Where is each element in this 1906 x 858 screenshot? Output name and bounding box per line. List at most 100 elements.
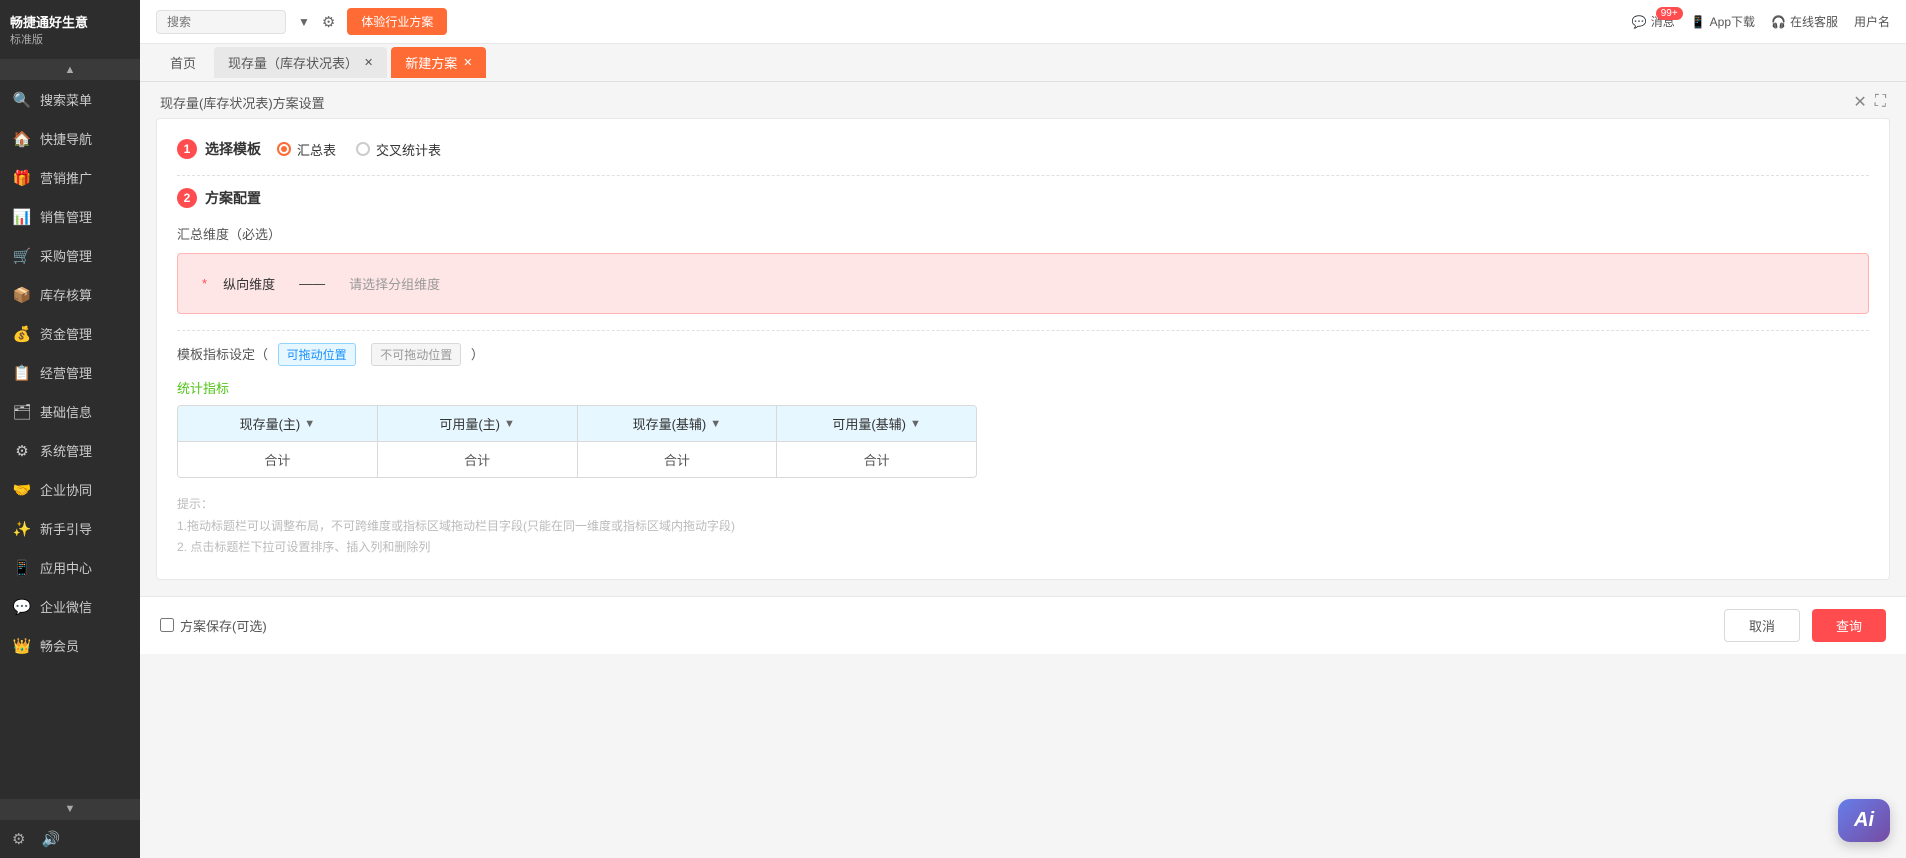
stats-col-2-body: 合计: [578, 442, 777, 477]
bottom-bar: 方案保存(可选) 取消 查询: [140, 596, 1906, 654]
expand-panel-button[interactable]: ⛶: [1875, 93, 1886, 111]
radio-cross[interactable]: 交叉统计表: [356, 140, 441, 159]
sidebar-item-label-appcenter: 应用中心: [40, 558, 92, 577]
basic-icon: 🗂: [12, 403, 32, 421]
sidebar-item-management[interactable]: 📋经营管理: [0, 353, 140, 392]
message-button[interactable]: 💬 消息 99+: [1632, 13, 1675, 30]
online-service-button[interactable]: 🎧 在线客服: [1771, 13, 1838, 30]
draggable-label: 可拖动位置: [287, 346, 347, 363]
message-icon: 💬: [1632, 15, 1647, 29]
required-star: *: [202, 276, 207, 291]
indicator-settings-prefix: 模板指标设定（: [177, 347, 268, 362]
stats-col-0-header: 现存量(主) ▼: [178, 406, 377, 442]
sidebar-item-basic[interactable]: 🗂基础信息: [0, 392, 140, 431]
stats-col-3-dropdown[interactable]: ▼: [910, 418, 921, 430]
topbar-gear-icon[interactable]: ⚙: [322, 13, 335, 31]
search-icon: 🔍: [12, 91, 32, 109]
schema-container: 1 选择模板 汇总表 交叉统计表 2 方案配置: [156, 118, 1890, 580]
sidebar-item-member[interactable]: 👑畅会员: [0, 626, 140, 665]
sound-icon[interactable]: 🔊: [41, 830, 60, 848]
tab-new-schema[interactable]: 新建方案 ✕: [391, 47, 486, 78]
tab-inventory-status[interactable]: 现存量（库存状况表） ✕: [214, 47, 387, 78]
main-area: ▼ ⚙ 体验行业方案 💬 消息 99+ 📱 App下载 🎧 在线客服 用户名: [140, 0, 1906, 858]
page-title: 现存量(库存状况表)方案设置: [160, 93, 325, 112]
sidebar-menu: 🔍搜索菜单🏠快捷导航 🎁 营销推广 📊销售管理🛒采购管理📦库存核算 💰 资金管理 📋经营管理…: [0, 80, 140, 799]
app-logo-sub: 标准版: [10, 31, 130, 47]
stats-col-3-header: 可用量(基辅) ▼: [777, 406, 976, 442]
stats-col-3-body: 合计: [777, 442, 976, 477]
content-header: 现存量(库存状况表)方案设置 ✕ ⛶: [140, 82, 1906, 118]
vertical-dim-area: * 纵向维度 —— 请选择分组维度: [177, 253, 1869, 314]
ai-bubble[interactable]: Ai: [1838, 799, 1890, 842]
stats-col-2-dropdown[interactable]: ▼: [710, 418, 721, 430]
stats-col-0-dropdown[interactable]: ▼: [304, 418, 315, 430]
app-download-button[interactable]: 📱 App下载: [1691, 13, 1755, 30]
sidebar-item-finance[interactable]: 💰 资金管理: [0, 314, 140, 353]
phone-icon: 📱: [1691, 15, 1706, 29]
sidebar-item-appcenter[interactable]: 📱应用中心: [0, 548, 140, 587]
step1-divider: [177, 175, 1869, 176]
stats-col-1-title: 可用量(主): [439, 414, 500, 433]
radio-summary-label: 汇总表: [297, 140, 336, 159]
step2-num: 2: [177, 188, 197, 208]
sidebar-item-label-shortcut: 快捷导航: [40, 129, 92, 148]
radio-summary-dot[interactable]: [277, 142, 291, 156]
sidebar-item-search[interactable]: 🔍搜索菜单: [0, 80, 140, 119]
non-draggable-badge: 不可拖动位置: [371, 343, 461, 366]
topbar-right: 💬 消息 99+ 📱 App下载 🎧 在线客服 用户名: [1632, 13, 1890, 30]
tab-home[interactable]: 首页: [156, 47, 210, 78]
step2-divider: [177, 330, 1869, 331]
sidebar-item-newguide[interactable]: ✨新手引导: [0, 509, 140, 548]
cancel-button[interactable]: 取消: [1724, 609, 1800, 642]
sidebar-item-cooperation[interactable]: 🤝 企业协同: [0, 470, 140, 509]
trial-industry-button[interactable]: 体验行业方案: [347, 8, 447, 35]
cooperation-icon: 🤝: [12, 481, 32, 499]
sidebar-item-sales[interactable]: 📊销售管理: [0, 197, 140, 236]
sidebar-item-label-cooperation: 企业协同: [40, 480, 92, 499]
radio-cross-dot[interactable]: [356, 142, 370, 156]
indicator-settings-suffix: ）: [471, 347, 484, 362]
member-icon: 👑: [12, 637, 32, 655]
tabbar: 首页 现存量（库存状况表） ✕ 新建方案 ✕: [140, 44, 1906, 82]
stats-table: 现存量(主) ▼ 合计 可用量(主) ▼ 合计: [177, 405, 977, 478]
sidebar-scroll-up[interactable]: ▲: [0, 60, 140, 80]
settings-icon[interactable]: ⚙: [12, 830, 25, 848]
sidebar-item-shortcut[interactable]: 🏠快捷导航: [0, 119, 140, 158]
sidebar-item-label-marketing: 营销推广: [40, 168, 92, 187]
search-dropdown-icon[interactable]: ▼: [298, 15, 310, 29]
sidebar-item-wechat[interactable]: 💬企业微信: [0, 587, 140, 626]
search-input[interactable]: [156, 10, 286, 34]
stats-col-0-body: 合计: [178, 442, 377, 477]
purchase-icon: 🛒: [12, 247, 32, 265]
save-checkbox[interactable]: [160, 618, 174, 632]
vertical-dim-placeholder[interactable]: 请选择分组维度: [349, 274, 440, 293]
finance-icon: 💰: [12, 325, 32, 343]
close-panel-button[interactable]: ✕: [1853, 92, 1866, 112]
sidebar-item-system[interactable]: ⚙系统管理: [0, 431, 140, 470]
sidebar-item-label-sales: 销售管理: [40, 207, 92, 226]
radio-summary[interactable]: 汇总表: [277, 140, 336, 159]
sidebar-item-marketing[interactable]: 🎁 营销推广: [0, 158, 140, 197]
vertical-dim-label: 纵向维度: [223, 274, 275, 293]
tab-new-schema-close[interactable]: ✕: [463, 56, 472, 69]
sidebar-scroll-down[interactable]: ▼: [0, 799, 140, 819]
indicator-settings: 模板指标设定（ 可拖动位置 不可拖动位置 ）: [177, 343, 1869, 366]
query-button[interactable]: 查询: [1812, 609, 1886, 642]
user-name: 用户名: [1854, 15, 1890, 29]
tips-title: 提示：: [177, 494, 1869, 516]
tip-item-1: 1.拖动标题栏可以调整布局，不可跨维度或指标区域拖动栏目字段(只能在同一维度或指…: [177, 516, 1869, 538]
app-download-label: App下载: [1710, 13, 1755, 30]
sidebar-item-label-wechat: 企业微信: [40, 597, 92, 616]
sidebar-item-purchase[interactable]: 🛒采购管理: [0, 236, 140, 275]
stats-col-0-title: 现存量(主): [240, 414, 301, 433]
stats-label: 统计指标: [177, 378, 1869, 397]
ai-bubble-label: Ai: [1854, 809, 1874, 831]
step1-header: 1 选择模板 汇总表 交叉统计表: [177, 139, 1869, 159]
sidebar-item-label-finance: 资金管理: [40, 324, 92, 343]
sidebar-item-inventory[interactable]: 📦库存核算: [0, 275, 140, 314]
stats-col-1-dropdown[interactable]: ▼: [504, 418, 515, 430]
stats-table-header: 现存量(主) ▼ 合计 可用量(主) ▼ 合计: [178, 406, 976, 477]
tab-inventory-status-close[interactable]: ✕: [364, 56, 373, 69]
marketing-icon: 🎁: [12, 169, 32, 187]
user-menu[interactable]: 用户名: [1854, 13, 1890, 30]
